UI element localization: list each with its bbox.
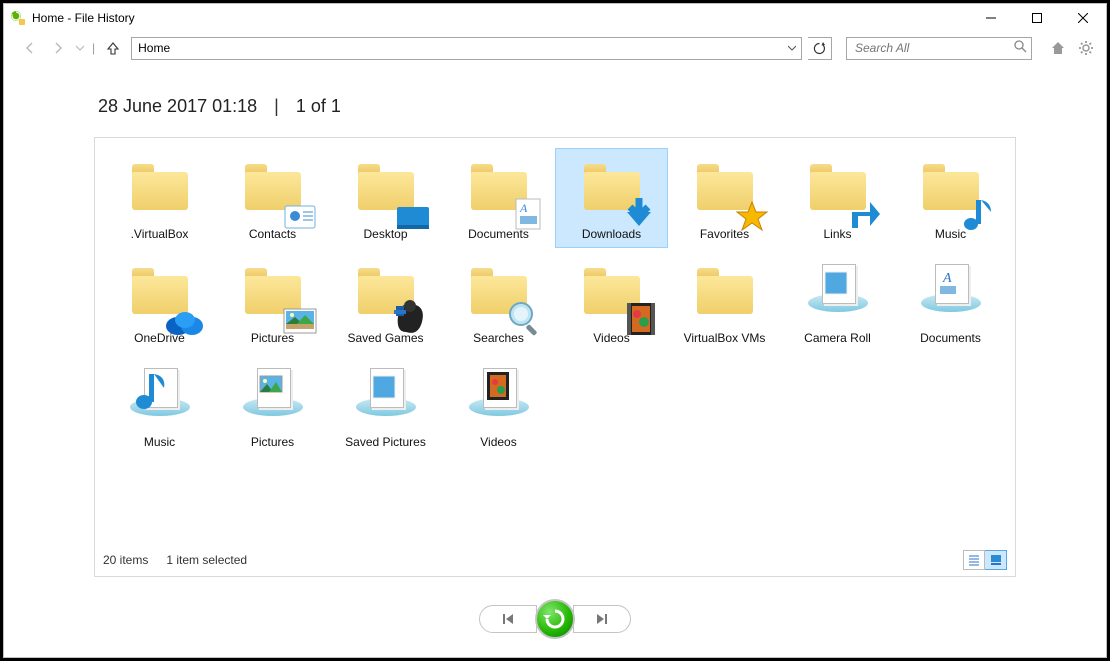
item-music[interactable]: Music: [103, 356, 216, 456]
item-desktop[interactable]: Desktop: [329, 148, 442, 248]
library-videos-icon: [464, 361, 534, 431]
svg-text:A: A: [942, 271, 952, 286]
item--virtualbox[interactable]: .VirtualBox: [103, 148, 216, 248]
folder-onedrive-icon: [125, 257, 195, 327]
search-input[interactable]: [853, 40, 1014, 56]
item-pictures[interactable]: Pictures: [216, 356, 329, 456]
window-title: Home - File History: [32, 11, 135, 25]
minimize-button[interactable]: [968, 4, 1014, 32]
details-view-button[interactable]: [963, 550, 985, 570]
item-label: Music: [935, 227, 966, 241]
item-label: VirtualBox VMs: [684, 331, 766, 345]
item-label: Documents: [920, 331, 981, 345]
item-label: .VirtualBox: [131, 227, 189, 241]
toolbar: | Home: [4, 32, 1106, 64]
item-videos[interactable]: Videos: [442, 356, 555, 456]
item-links[interactable]: Links: [781, 148, 894, 248]
item-onedrive[interactable]: OneDrive: [103, 252, 216, 352]
up-button[interactable]: [101, 36, 125, 60]
content: 28 June 2017 01:18 | 1 of 1 .VirtualBox C…: [94, 96, 1016, 577]
view-toggles: [963, 550, 1007, 570]
item-music[interactable]: Music: [894, 148, 1007, 248]
folder-contacts-icon: [238, 153, 308, 223]
window-controls: [968, 4, 1106, 32]
item-label: Camera Roll: [804, 331, 871, 345]
close-button[interactable]: [1060, 4, 1106, 32]
folder-icon: [125, 153, 195, 223]
address-dropdown-icon[interactable]: [783, 38, 801, 59]
item-pictures[interactable]: Pictures: [216, 252, 329, 352]
library-saved-icon: [351, 361, 421, 431]
version-header: 28 June 2017 01:18 | 1 of 1: [94, 96, 1016, 117]
back-button[interactable]: [18, 36, 42, 60]
item-favorites[interactable]: Favorites: [668, 148, 781, 248]
history-controls: [4, 599, 1106, 639]
separator: |: [92, 41, 95, 55]
window: Home - File History | Home: [3, 3, 1107, 658]
folder-music-icon: [916, 153, 986, 223]
folder-videos-icon: [577, 257, 647, 327]
folder-documents-icon: A: [464, 153, 534, 223]
item-label: Saved Pictures: [345, 435, 426, 449]
item-camera-roll[interactable]: Camera Roll: [781, 252, 894, 352]
item-count: 20 items: [103, 553, 148, 567]
library-documents-icon: A: [916, 257, 986, 327]
search-box[interactable]: [846, 37, 1032, 60]
folder-search-icon: [464, 257, 534, 327]
icon-grid: .VirtualBox ContactsDesktop A Documents Down…: [103, 148, 1007, 456]
maximize-button[interactable]: [1014, 4, 1060, 32]
item-downloads[interactable]: Downloads: [555, 148, 668, 248]
previous-version-button[interactable]: [479, 605, 537, 633]
item-label: Videos: [480, 435, 516, 449]
folder-downloads-icon: [577, 153, 647, 223]
item-virtualbox-vms[interactable]: VirtualBox VMs: [668, 252, 781, 352]
home-icon[interactable]: [1048, 38, 1068, 58]
folder-games-icon: [351, 257, 421, 327]
library-pictures-icon: [238, 361, 308, 431]
folder-desktop-icon: [351, 153, 421, 223]
library-camera-icon: [803, 257, 873, 327]
folder-pictures-icon: [238, 257, 308, 327]
library-music-icon: [125, 361, 195, 431]
item-videos[interactable]: Videos: [555, 252, 668, 352]
icons-view-button[interactable]: [985, 550, 1007, 570]
item-label: Videos: [593, 331, 629, 345]
version-position: 1 of 1: [296, 96, 341, 116]
recent-dropdown[interactable]: [74, 36, 86, 60]
item-saved-games[interactable]: Saved Games: [329, 252, 442, 352]
refresh-button[interactable]: [808, 37, 832, 60]
version-timestamp: 28 June 2017 01:18: [98, 96, 257, 116]
item-contacts[interactable]: Contacts: [216, 148, 329, 248]
folder-links-icon: [803, 153, 873, 223]
address-text: Home: [138, 41, 170, 55]
selection-count: 1 item selected: [166, 553, 247, 567]
forward-button[interactable]: [46, 36, 70, 60]
folder-favorites-icon: [690, 153, 760, 223]
app-icon: [10, 10, 26, 26]
search-icon: [1014, 40, 1027, 56]
next-version-button[interactable]: [573, 605, 631, 633]
item-label: Pictures: [251, 435, 294, 449]
item-documents[interactable]: A Documents: [894, 252, 1007, 352]
folder-icon: [690, 257, 760, 327]
svg-text:A: A: [519, 201, 528, 215]
items-pane: .VirtualBox ContactsDesktop A Documents Down…: [94, 137, 1016, 577]
gear-icon[interactable]: [1076, 38, 1096, 58]
restore-button[interactable]: [535, 599, 575, 639]
item-label: Music: [144, 435, 175, 449]
titlebar: Home - File History: [4, 4, 1106, 32]
address-bar[interactable]: Home: [131, 37, 802, 60]
item-saved-pictures[interactable]: Saved Pictures: [329, 356, 442, 456]
item-searches[interactable]: Searches: [442, 252, 555, 352]
item-documents[interactable]: ADocuments: [442, 148, 555, 248]
status-bar: 20 items 1 item selected: [103, 550, 1007, 570]
